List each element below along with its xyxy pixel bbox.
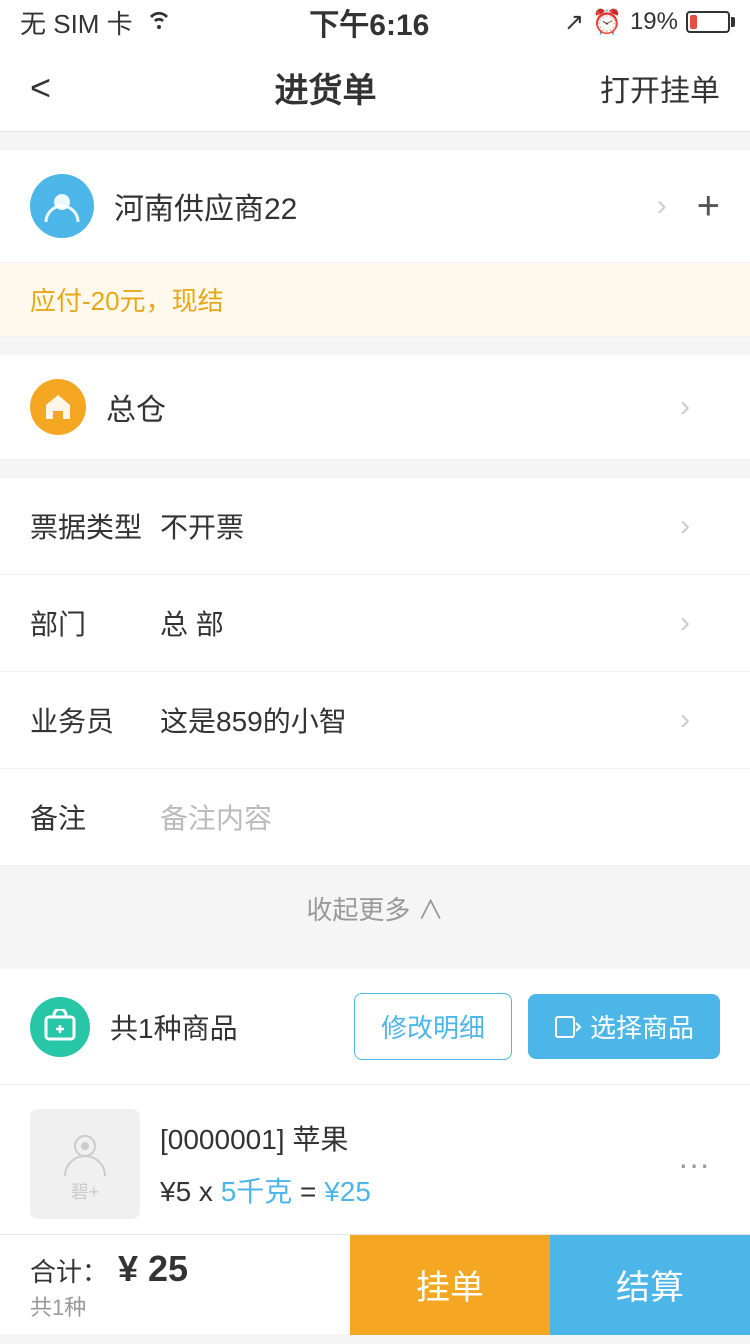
- total-label: 合计： ¥ 25: [30, 1248, 320, 1290]
- product-name: [0000001] 苹果: [160, 1118, 668, 1158]
- status-right: ↗ ⏰ 19%: [564, 8, 730, 37]
- product-info: [0000001] 苹果 ¥5 x 5千克 = ¥25: [160, 1118, 668, 1210]
- divider-top: [0, 132, 750, 150]
- checkout-button[interactable]: 结算: [550, 1235, 750, 1335]
- wifi-icon: [143, 7, 175, 38]
- product-card: 共1种商品 修改明细 选择商品 碧+ [0000001] 苹果: [0, 969, 750, 1244]
- invoice-row[interactable]: 票据类型 不开票 ›: [0, 478, 750, 575]
- sales-value: 这是859的小智: [160, 700, 680, 740]
- notice-text: 应付-20元，现结: [30, 286, 224, 316]
- divider-2: [0, 460, 750, 478]
- warehouse-name: 总仓: [106, 385, 680, 429]
- carrier-label: 无 SIM 卡: [20, 4, 133, 41]
- supplier-row[interactable]: 河南供应商22 › +: [0, 150, 750, 263]
- sales-chevron-icon: ›: [680, 703, 690, 737]
- remark-row[interactable]: 备注 备注内容: [0, 769, 750, 866]
- remark-input[interactable]: 备注内容: [160, 797, 720, 837]
- notice-banner: 应付-20元，现结: [0, 263, 750, 337]
- warehouse-icon: [30, 379, 86, 435]
- department-row[interactable]: 部门 总 部 ›: [0, 575, 750, 672]
- supplier-card: 河南供应商22 › + 应付-20元，现结: [0, 150, 750, 337]
- department-label: 部门: [30, 603, 160, 643]
- invoice-label: 票据类型: [30, 506, 160, 546]
- product-title: 苹果: [292, 1124, 348, 1155]
- total-prefix: 合计：: [30, 1252, 108, 1289]
- alarm-icon: ⏰: [592, 8, 622, 37]
- time-label: 下午6:16: [309, 0, 429, 44]
- warehouse-chevron-icon: ›: [680, 390, 690, 424]
- product-total: ¥25: [324, 1176, 371, 1207]
- open-hang-button[interactable]: 打开挂单: [600, 66, 720, 110]
- price-eq: =: [292, 1176, 324, 1207]
- total-amount: ¥ 25: [118, 1248, 188, 1290]
- sales-label: 业务员: [30, 700, 160, 740]
- add-button[interactable]: +: [697, 184, 720, 229]
- department-value: 总 部: [160, 603, 680, 643]
- invoice-chevron-icon: ›: [680, 509, 690, 543]
- edit-detail-button[interactable]: 修改明细: [354, 993, 512, 1060]
- form-card: 票据类型 不开票 › 部门 总 部 › 业务员 这是859的小智 › 备注 备注…: [0, 478, 750, 866]
- total-count: 共1种: [30, 1290, 320, 1322]
- total-section: 合计： ¥ 25 共1种: [0, 1248, 350, 1322]
- battery-percent: 19%: [630, 8, 678, 36]
- select-product-button[interactable]: 选择商品: [528, 994, 720, 1059]
- back-button[interactable]: <: [30, 67, 51, 109]
- select-product-label: 选择商品: [590, 1008, 694, 1045]
- page-title: 进货单: [275, 63, 377, 112]
- location-icon: ↗: [564, 8, 584, 37]
- bottom-bar: 合计： ¥ 25 共1种 挂单 结算: [0, 1234, 750, 1334]
- unit-price: ¥5 x: [160, 1176, 221, 1207]
- product-section-header: 共1种商品 修改明细 选择商品: [0, 969, 750, 1085]
- product-item: 碧+ [0000001] 苹果 ¥5 x 5千克 = ¥25 ···: [0, 1085, 750, 1244]
- status-bar: 无 SIM 卡 下午6:16 ↗ ⏰ 19%: [0, 0, 750, 44]
- remark-label: 备注: [30, 797, 160, 837]
- product-more-button[interactable]: ···: [668, 1136, 720, 1193]
- product-price: ¥5 x 5千克 = ¥25: [160, 1170, 668, 1210]
- department-chevron-icon: ›: [680, 606, 690, 640]
- nav-bar: < 进货单 打开挂单: [0, 44, 750, 132]
- hang-order-button[interactable]: 挂单: [350, 1235, 550, 1335]
- product-thumbnail: 碧+: [30, 1109, 140, 1219]
- status-left: 无 SIM 卡: [20, 4, 175, 41]
- warehouse-row[interactable]: 总仓 ›: [0, 355, 750, 460]
- supplier-avatar: [30, 174, 94, 238]
- collapse-more-button[interactable]: 收起更多 ∧: [0, 866, 750, 951]
- sales-row[interactable]: 业务员 这是859的小智 ›: [0, 672, 750, 769]
- divider-1: [0, 337, 750, 355]
- product-code: [0000001]: [160, 1124, 292, 1155]
- chevron-right-icon: ›: [657, 189, 667, 223]
- product-qty: 5千克: [221, 1176, 293, 1207]
- invoice-value: 不开票: [160, 506, 680, 546]
- product-count-label: 共1种商品: [110, 1007, 354, 1047]
- product-section-icon: [30, 997, 90, 1057]
- divider-3: [0, 951, 750, 969]
- supplier-name: 河南供应商22: [114, 184, 657, 228]
- battery-icon: [686, 11, 730, 33]
